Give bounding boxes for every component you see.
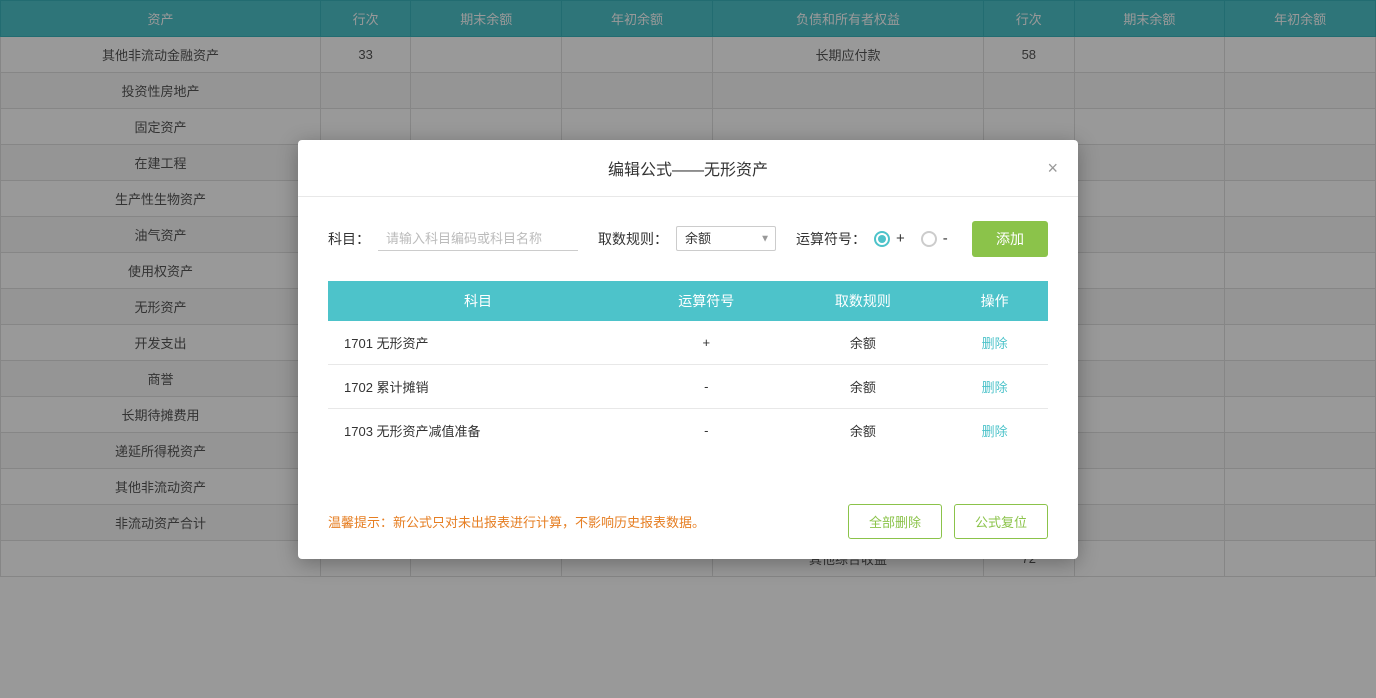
rule-select[interactable]: 余额 借方 贷方 借方发生额 贷方发生额 [676,226,776,251]
rule-select-wrap: 余额 借方 贷方 借方发生额 贷方发生额 ▼ [676,226,776,251]
formula-header-cell: 操作 [941,281,1048,321]
formula-table-header-row: 科目运算符号取数规则操作 [328,281,1048,321]
subject-label: 科目： [328,229,370,249]
modal-dialog: 编辑公式——无形资产 × 科目： 取数规则： 余额 借方 贷方 [298,140,1078,559]
operator-plus-radio-dot [878,235,886,243]
formula-subject-cell: 1702 累计摊销 [328,364,628,408]
rule-group: 取数规则： 余额 借方 贷方 借方发生额 贷方发生额 ▼ [598,226,776,251]
formula-action-cell: 删除 [941,408,1048,452]
formula-table-row: 1702 累计摊销-余额 删除 [328,364,1048,408]
operator-group: 运算符号： + - [796,229,948,249]
reset-formula-button[interactable]: 公式复位 [954,504,1048,539]
formula-table: 科目运算符号取数规则操作 1701 无形资产+余额删除1702 累计摊销-余额删… [328,281,1048,452]
operator-minus-radio[interactable]: - [921,230,948,247]
delete-row-0-button[interactable]: 删除 [982,333,1008,352]
subject-input[interactable] [378,227,578,251]
operator-label: 运算符号： [796,229,866,249]
operator-plus-radio-circle [874,231,890,247]
formula-header-cell: 运算符号 [628,281,785,321]
form-row: 科目： 取数规则： 余额 借方 贷方 借方发生额 贷方发生额 ▼ [328,221,1048,257]
modal-body: 科目： 取数规则： 余额 借方 贷方 借方发生额 贷方发生额 ▼ [298,197,1078,492]
formula-table-head: 科目运算符号取数规则操作 [328,281,1048,321]
modal-footer: 温馨提示：新公式只对未出报表进行计算，不影响历史报表数据。 全部删除 公式复位 [298,492,1078,559]
formula-operator-cell: - [628,408,785,452]
subject-group: 科目： [328,227,578,251]
formula-action-cell: 删除 [941,321,1048,365]
operator-plus-label: + [896,230,905,247]
formula-table-body: 1701 无形资产+余额删除1702 累计摊销-余额删除1703 无形资产减值准… [328,321,1048,452]
operator-radio-group: + - [874,230,948,247]
formula-header-cell: 取数规则 [785,281,942,321]
formula-rule-cell: 余额 [785,408,942,452]
delete-row-2-button[interactable]: 删除 [982,421,1008,440]
formula-operator-cell: + [628,321,785,365]
formula-rule-cell: 余额 [785,321,942,365]
modal-title: 编辑公式——无形资产 [608,162,768,179]
modal-close-button[interactable]: × [1043,155,1062,181]
modal-overlay: 编辑公式——无形资产 × 科目： 取数规则： 余额 借方 贷方 [0,0,1376,698]
rule-label: 取数规则： [598,229,668,249]
delete-all-button[interactable]: 全部删除 [848,504,942,539]
formula-table-row: 1703 无形资产减值准备-余额 删除 [328,408,1048,452]
delete-row-1-button[interactable]: 删除 [982,377,1008,396]
formula-action-cell: 删除 [941,364,1048,408]
operator-minus-label: - [943,230,948,247]
footer-tip: 温馨提示：新公式只对未出报表进行计算，不影响历史报表数据。 [328,512,705,531]
operator-minus-radio-circle [921,231,937,247]
operator-plus-radio[interactable]: + [874,230,905,247]
formula-subject-cell: 1701 无形资产 [328,321,628,365]
formula-operator-cell: - [628,364,785,408]
modal-header: 编辑公式——无形资产 × [298,140,1078,197]
formula-header-cell: 科目 [328,281,628,321]
formula-table-row: 1701 无形资产+余额 删除 [328,321,1048,365]
formula-rule-cell: 余额 [785,364,942,408]
formula-subject-cell: 1703 无形资产减值准备 [328,408,628,452]
add-button[interactable]: 添加 [972,221,1048,257]
footer-buttons: 全部删除 公式复位 [848,504,1048,539]
